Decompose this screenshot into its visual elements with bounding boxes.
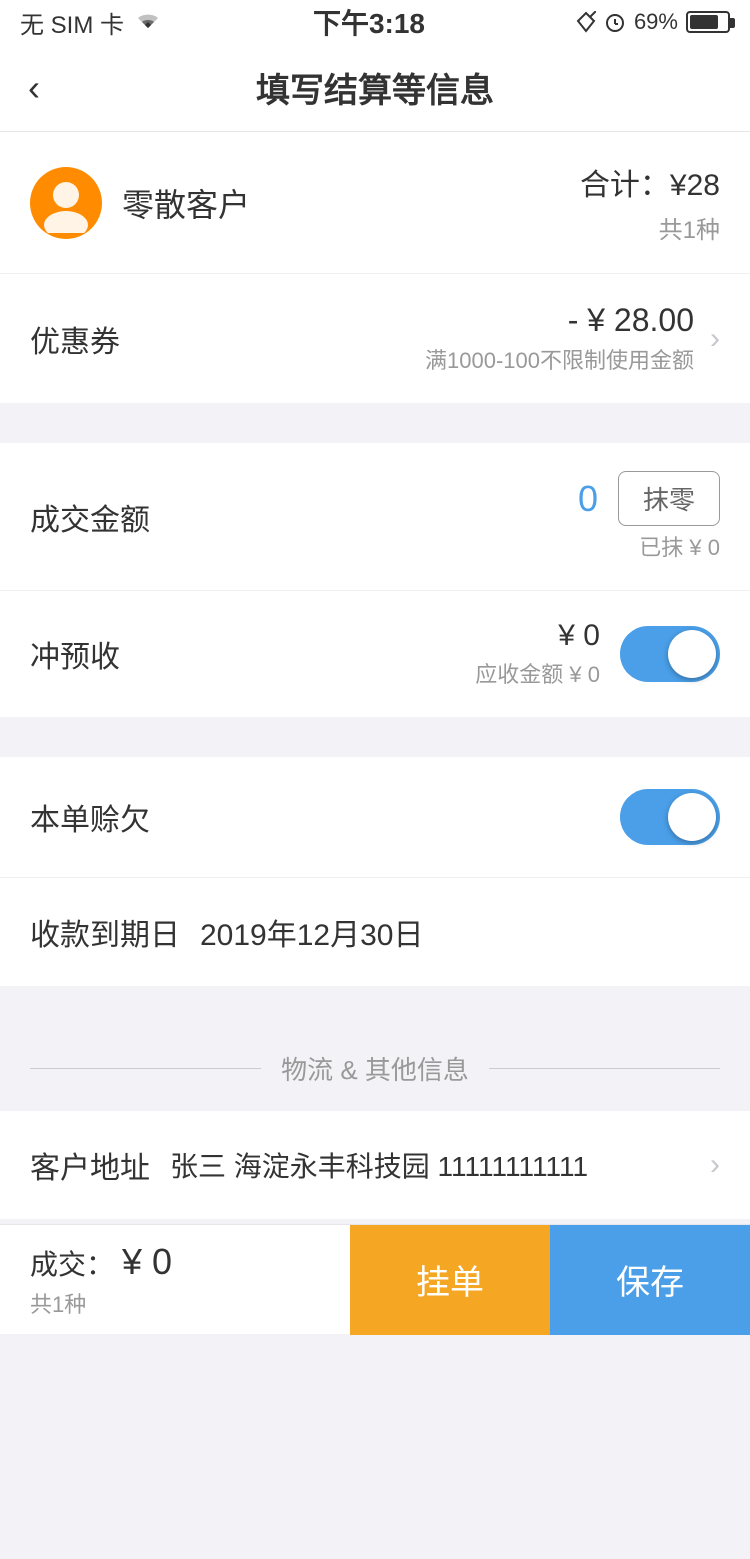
battery-percent: 69% <box>634 9 678 35</box>
customer-avatar <box>30 167 102 239</box>
divider-1 <box>0 423 750 443</box>
customer-count: 共1种 <box>580 210 720 245</box>
debt-section: 本单赊欠 收款到期日 2019年12月30日 <box>0 757 750 986</box>
address-section: 客户地址 张三 海淀永丰科技园 11111111111 › <box>0 1111 750 1219</box>
divider-2 <box>0 737 750 757</box>
toggle-knob <box>668 630 716 678</box>
customer-row: 零散客户 合计：¥28 共1种 <box>0 132 750 273</box>
hang-order-button[interactable]: 挂单 <box>350 1225 550 1335</box>
address-row[interactable]: 客户地址 张三 海淀永丰科技园 11111111111 › <box>0 1111 750 1219</box>
round-zero-button[interactable]: 抹零 <box>618 471 720 526</box>
prepay-right: ¥ 0 应收金额 ¥ 0 <box>475 619 720 689</box>
duedate-label: 收款到期日 <box>30 910 180 954</box>
prepay-toggle[interactable] <box>620 626 720 682</box>
prepay-main: ¥ 0 <box>475 619 600 653</box>
customer-section: 零散客户 合计：¥28 共1种 优惠券 - ¥ 28.00 满1000-100不… <box>0 132 750 403</box>
main-content: 零散客户 合计：¥28 共1种 优惠券 - ¥ 28.00 满1000-100不… <box>0 132 750 1559</box>
address-label: 客户地址 <box>30 1143 150 1187</box>
transaction-controls: 0 抹零 <box>578 471 720 526</box>
summary-count: 共1种 <box>30 1287 320 1319</box>
customer-left: 零散客户 <box>30 167 250 239</box>
transaction-right: 0 抹零 已抹 ¥ 0 <box>578 471 720 562</box>
transaction-section: 成交金额 0 抹零 已抹 ¥ 0 冲预收 ¥ 0 应收金额 ¥ 0 <box>0 443 750 717</box>
customer-name: 零散客户 <box>122 180 250 226</box>
coupon-info: - ¥ 28.00 满1000-100不限制使用金额 <box>425 302 694 375</box>
status-right: 69% <box>576 9 730 35</box>
no-sim-text: 无 SIM 卡 <box>20 5 124 40</box>
summary-amount: ¥ 0 <box>122 1241 172 1283</box>
prepay-row: 冲预收 ¥ 0 应收金额 ¥ 0 <box>0 591 750 717</box>
back-button[interactable]: ‹ <box>28 67 40 109</box>
prepay-amounts: ¥ 0 应收金额 ¥ 0 <box>475 619 600 689</box>
bottom-bar: 成交： ¥ 0 共1种 挂单 保存 <box>0 1224 750 1334</box>
coupon-right: - ¥ 28.00 满1000-100不限制使用金额 › <box>425 302 720 375</box>
logistics-text: 物流 & 其他信息 <box>281 1050 469 1087</box>
coupon-desc: 满1000-100不限制使用金额 <box>425 343 694 375</box>
address-chevron: › <box>710 1148 720 1182</box>
battery-icon <box>686 11 730 33</box>
transaction-amount[interactable]: 0 <box>578 478 598 520</box>
status-bar: 无 SIM 卡 下午3:18 69% <box>0 0 750 44</box>
location-icon <box>576 11 596 33</box>
coupon-amount: - ¥ 28.00 <box>425 302 694 339</box>
wifi-icon <box>134 12 162 32</box>
customer-total: 合计：¥28 <box>580 160 720 204</box>
customer-right: 合计：¥28 共1种 <box>580 160 720 245</box>
divider-3 <box>0 1006 750 1026</box>
duedate-value: 2019年12月30日 <box>200 910 423 954</box>
prepay-sub: 应收金额 ¥ 0 <box>475 657 600 689</box>
coupon-label: 优惠券 <box>30 317 120 361</box>
address-value: 张三 海淀永丰科技园 11111111111 <box>170 1145 700 1185</box>
bottom-summary: 成交： ¥ 0 共1种 <box>0 1241 350 1319</box>
transaction-row: 成交金额 0 抹零 已抹 ¥ 0 <box>0 443 750 591</box>
debt-row: 本单赊欠 <box>0 757 750 877</box>
coupon-chevron: › <box>710 322 720 356</box>
logistics-divider: 物流 & 其他信息 <box>0 1026 750 1111</box>
page-title: 填写结算等信息 <box>256 63 494 112</box>
transaction-label: 成交金额 <box>30 495 150 539</box>
transaction-sub: 已抹 ¥ 0 <box>578 530 720 562</box>
debt-toggle-knob <box>668 793 716 841</box>
status-time: 下午3:18 <box>313 2 425 42</box>
summary-label: 成交： <box>30 1243 114 1283</box>
status-left: 无 SIM 卡 <box>20 5 162 40</box>
prepay-label: 冲预收 <box>30 632 120 676</box>
duedate-row: 收款到期日 2019年12月30日 <box>0 877 750 986</box>
divider-line-right <box>489 1068 720 1069</box>
alarm-icon <box>604 11 626 33</box>
coupon-row[interactable]: 优惠券 - ¥ 28.00 满1000-100不限制使用金额 › <box>0 273 750 403</box>
debt-label: 本单赊欠 <box>30 795 150 839</box>
debt-toggle[interactable] <box>620 789 720 845</box>
nav-bar: ‹ 填写结算等信息 <box>0 44 750 132</box>
save-button[interactable]: 保存 <box>550 1225 750 1335</box>
summary-main: 成交： ¥ 0 <box>30 1241 320 1283</box>
divider-line-left <box>30 1068 261 1069</box>
